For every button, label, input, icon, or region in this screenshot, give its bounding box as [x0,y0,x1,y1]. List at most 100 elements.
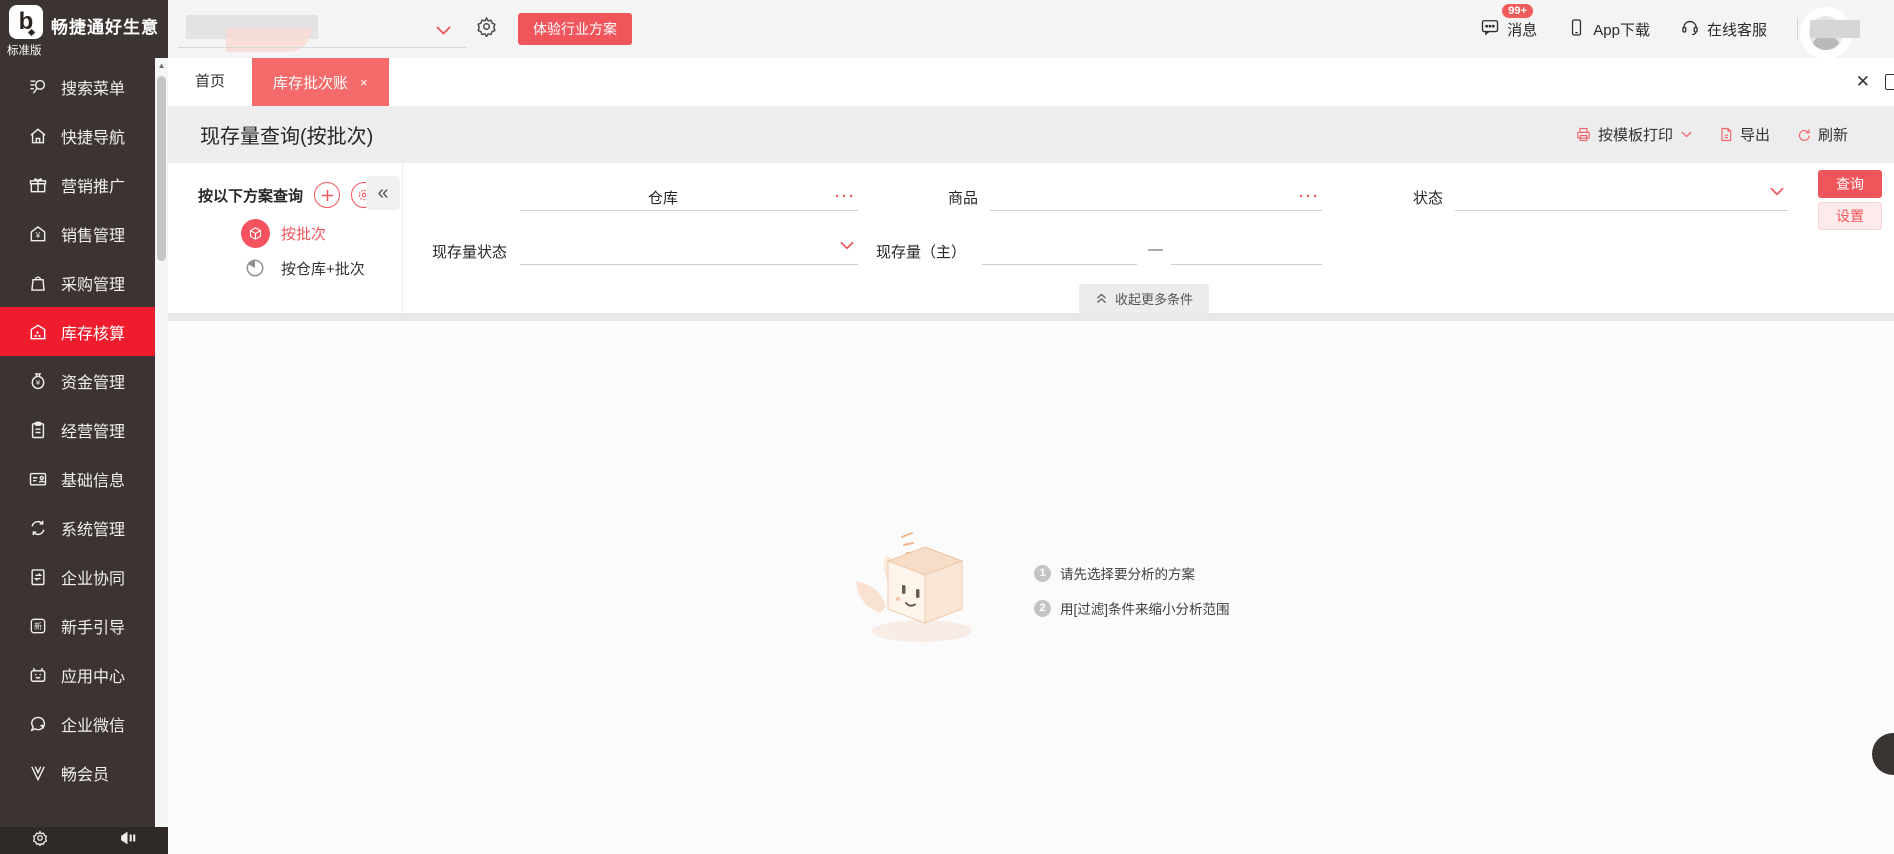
sidebar-item-label: 经营管理 [61,423,126,441]
sidebar-item-label: 营销推广 [61,178,126,196]
brand-logo-icon: b [9,5,43,39]
collapse-more-filters-button[interactable]: 收起更多条件 [1079,284,1210,313]
svg-text:¥: ¥ [35,230,41,240]
sync-icon [28,518,48,538]
wechat-icon [28,714,48,734]
messages-label: 消息 [1507,21,1538,39]
sidebar-item-newbie-guide[interactable]: 新 新手引导 [0,601,168,650]
sidebar-item-inventory[interactable]: 库存核算 [0,307,168,356]
sidebar-item-wechat[interactable]: 企业微信 [0,699,168,748]
results-area: 1 请先选择要分析的方案 2 用[过滤]条件来缩小分析范围 [168,321,1894,854]
print-by-template-button[interactable]: 按模板打印 [1575,124,1692,145]
collaboration-icon [28,567,48,587]
scrollbar-up-arrow[interactable]: ▲ [155,58,168,73]
sidebar-item-label: 快捷导航 [61,129,126,147]
sidebar-item-label: 新手引导 [61,619,126,637]
settings-button[interactable]: 设置 [1818,202,1882,230]
app-download-button[interactable]: App下载 [1567,18,1650,41]
trial-industry-button[interactable]: 体验行业方案 [518,13,632,45]
sidebar-item-base-info[interactable]: 基础信息 [0,454,168,503]
status-select[interactable] [1455,177,1788,211]
sidebar-item-label: 畅会员 [61,766,110,784]
sidebar-item-funds[interactable]: ¥ 资金管理 [0,356,168,405]
sidebar-item-marketing[interactable]: 营销推广 [0,160,168,209]
warehouse-icon [28,322,48,342]
sidebar-item-label: 系统管理 [61,521,126,539]
clipboard-icon [28,420,48,440]
empty-state-steps: 1 请先选择要分析的方案 2 用[过滤]条件来缩小分析范围 [1034,563,1230,618]
sidebar-item-label: 销售管理 [61,227,126,245]
sidebar-item-search-menu[interactable]: 搜索菜单 [0,62,168,111]
sidebar-nav: 搜索菜单 快捷导航 营销推广 ¥ 销售管理 采购管理 库存核算 ¥ 资金管理 经… [0,58,168,854]
scheme-panel-title: 按以下方案查询 [198,187,304,205]
collapse-more-label: 收起更多条件 [1115,292,1194,307]
printer-icon [1577,127,1590,142]
online-support-button[interactable]: 在线客服 [1680,17,1767,41]
sidebar-item-purchasing[interactable]: 采购管理 [0,258,168,307]
sidebar-item-system[interactable]: 系统管理 [0,503,168,552]
double-chevron-up-icon [1096,293,1107,304]
product-input[interactable]: ··· [990,177,1322,211]
app-center-icon [28,665,48,685]
chevron-down-icon[interactable] [436,22,451,40]
product-label: 商品 [947,190,978,207]
stock-status-select[interactable] [520,231,858,265]
gear-icon[interactable] [476,16,497,42]
qty-max-input[interactable] [1171,231,1322,265]
new-badge-icon: 新 [28,616,48,636]
refresh-icon [1798,128,1810,141]
export-button[interactable]: 导出 [1718,124,1770,145]
add-scheme-button[interactable] [314,182,341,208]
search-icon [28,77,48,97]
warehouse-input[interactable]: ··· [520,177,858,211]
sidebar-item-quick-nav[interactable]: 快捷导航 [0,111,168,160]
collapse-panel-button[interactable]: « [366,176,400,210]
scheme-item-by-batch[interactable]: 按批次 [240,218,326,248]
section-divider [168,313,1894,321]
sidebar-item-label: 采购管理 [61,276,126,294]
tab-close-icon[interactable]: × [360,75,368,90]
sidebar-item-sales[interactable]: ¥ 销售管理 [0,209,168,258]
sidebar-item-label: 库存核算 [61,325,126,343]
scrollbar-thumb[interactable] [157,76,166,261]
tab-inventory-batch[interactable]: 库存批次账 × [252,58,389,106]
refresh-button[interactable]: 刷新 [1796,124,1848,145]
close-all-tabs-icon[interactable]: ✕ [1856,72,1870,92]
sidebar-item-collaboration[interactable]: 企业协同 [0,552,168,601]
tab-home[interactable]: 首页 [168,58,252,106]
sidebar-item-operations[interactable]: 经营管理 [0,405,168,454]
step-number: 2 [1034,599,1051,617]
floating-helper-button[interactable] [1872,733,1894,775]
messages-button[interactable]: 消息 99+ [1480,4,1538,41]
home-icon [28,126,48,146]
range-separator: — [1148,241,1163,258]
id-card-icon [28,469,48,489]
step-item: 1 请先选择要分析的方案 [1034,563,1230,583]
step-text: 请先选择要分析的方案 [1060,567,1195,582]
decorative-shape [226,28,312,52]
message-bubble-icon [1480,17,1500,41]
query-button[interactable]: 查询 [1818,170,1882,198]
sidebar-item-vip[interactable]: 畅会员 [0,748,168,797]
qty-min-input[interactable] [982,231,1137,265]
money-pouch-icon: ¥ [28,371,48,391]
expand-icon[interactable] [1885,74,1894,90]
qty-label: 现存量（主） [875,244,966,261]
chevron-down-icon[interactable] [1770,183,1784,201]
app-window: b 畅捷通好生意 标准版 体验行业方案 消息 99+ App下载 在线客服 搜索… [0,0,1894,854]
shopping-bag-icon [28,273,48,293]
clock-icon [240,253,270,283]
online-support-label: 在线客服 [1706,21,1767,39]
tab-bar: 首页 库存批次账 × ✕ [168,58,1894,106]
chevron-down-icon [1681,131,1692,138]
export-label: 导出 [1739,127,1770,144]
scheme-item-by-warehouse-batch[interactable]: 按仓库+批次 [240,253,365,283]
svg-text:¥: ¥ [36,378,41,387]
chevron-down-icon[interactable] [840,237,854,255]
settings-gear-icon[interactable] [32,830,48,851]
print-label: 按模板打印 [1597,127,1673,144]
export-doc-icon [1721,127,1732,142]
sidebar-item-app-center[interactable]: 应用中心 [0,650,168,699]
voice-broadcast-icon[interactable] [119,830,136,851]
svg-text:新: 新 [34,621,42,631]
